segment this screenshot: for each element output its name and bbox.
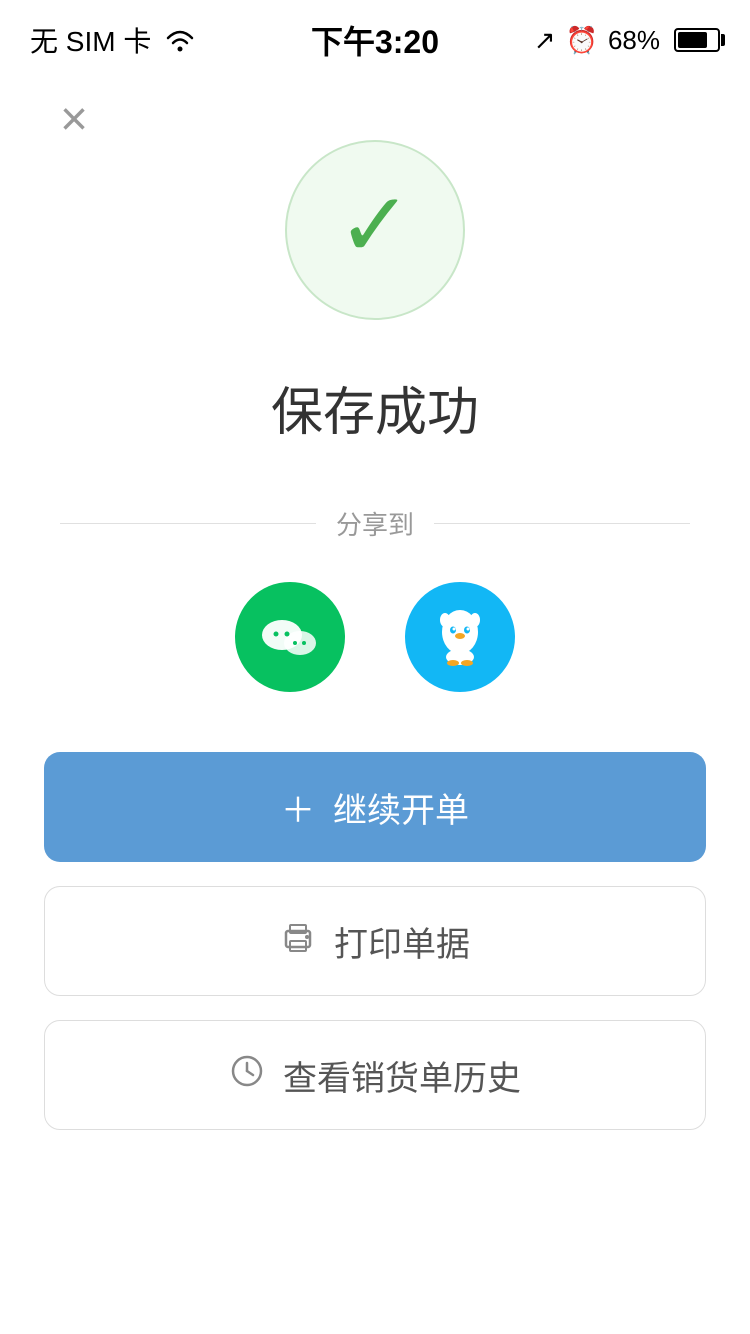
status-carrier: 无 SIM 卡 (30, 20, 197, 60)
carrier-label: 无 SIM 卡 (30, 20, 151, 60)
plus-icon: ＋ (281, 783, 315, 832)
battery-percent: 68% (608, 25, 660, 56)
print-label: 打印单据 (334, 917, 470, 966)
status-time: 下午3:20 (311, 17, 439, 63)
printer-icon (280, 919, 316, 964)
checkmark-icon: ✓ (337, 181, 412, 271)
divider-left (60, 523, 316, 524)
wechat-share-button[interactable] (235, 582, 345, 692)
continue-order-label: 继续开单 (333, 783, 469, 832)
share-divider: 分享到 (0, 505, 750, 542)
qq-icon (427, 602, 493, 672)
history-label: 查看销货单历史 (283, 1051, 521, 1100)
alarm-icon: ⏰ (566, 25, 598, 56)
share-icons (235, 582, 515, 692)
status-right: ↗ ⏰ 68% (534, 25, 720, 56)
action-buttons: ＋ 继续开单 打印单据 查看销货单历史 (0, 752, 750, 1130)
success-title: 保存成功 (271, 370, 479, 445)
share-section: 分享到 (0, 505, 750, 692)
clock-icon (229, 1053, 265, 1098)
share-label: 分享到 (336, 505, 414, 542)
wechat-icon (257, 607, 323, 667)
history-button[interactable]: 查看销货单历史 (44, 1020, 706, 1130)
status-bar: 无 SIM 卡 下午3:20 ↗ ⏰ 68% (0, 0, 750, 80)
close-icon: × (60, 96, 88, 144)
success-circle: ✓ (285, 140, 465, 320)
close-button[interactable]: × (44, 90, 104, 150)
qq-share-button[interactable] (405, 582, 515, 692)
main-content: ✓ 保存成功 分享到 (0, 80, 750, 1334)
location-icon: ↗ (534, 25, 556, 56)
print-button[interactable]: 打印单据 (44, 886, 706, 996)
wifi-icon (163, 27, 197, 53)
battery-icon (674, 28, 720, 52)
continue-order-button[interactable]: ＋ 继续开单 (44, 752, 706, 862)
divider-right (434, 523, 690, 524)
